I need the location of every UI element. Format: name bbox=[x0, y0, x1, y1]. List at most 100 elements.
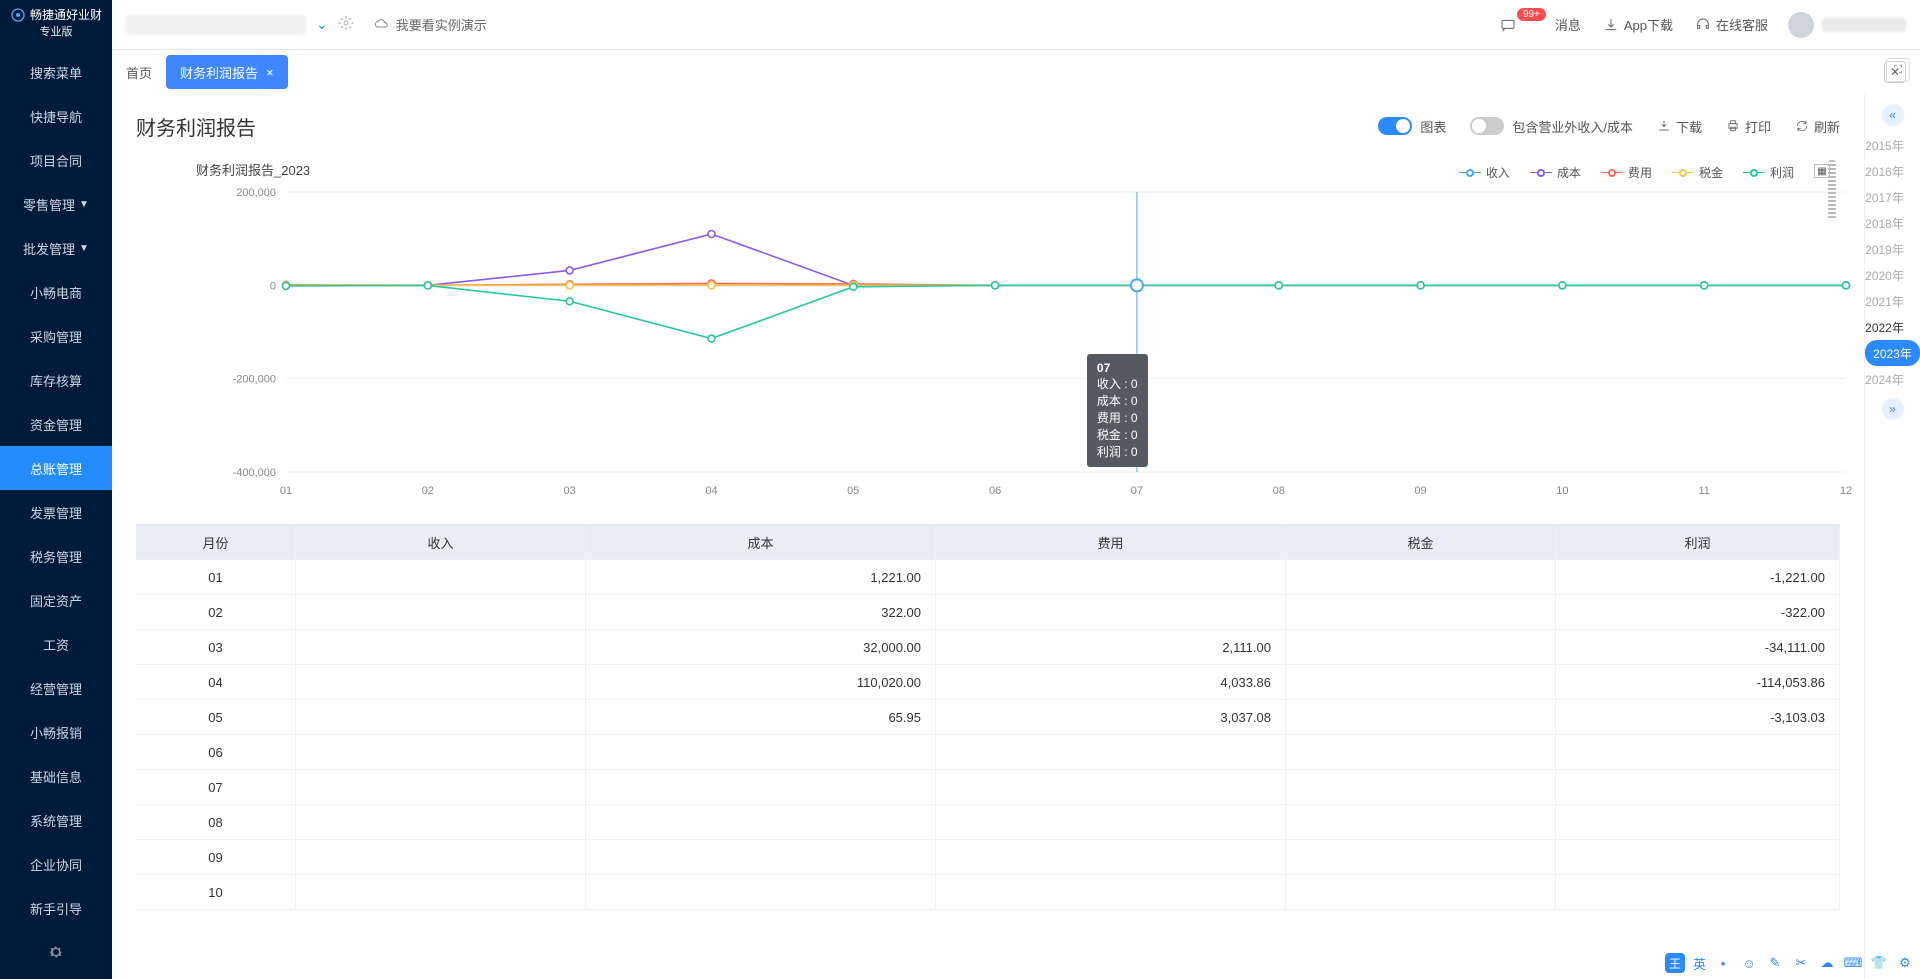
tab-strip: 首页 财务利润报告 × ✕ bbox=[112, 50, 1920, 94]
messages-button[interactable]: 99+ 消息 bbox=[1500, 15, 1581, 34]
message-icon bbox=[1500, 17, 1516, 33]
svg-text:200,000: 200,000 bbox=[236, 187, 276, 199]
sidebar-item[interactable]: 小畅报销 bbox=[0, 710, 112, 754]
ime-scissor-icon[interactable]: ✂ bbox=[1792, 954, 1810, 972]
chart-svg: -400,000-200,0000200,0000102030405060708… bbox=[196, 182, 1856, 502]
ime-shirt-icon[interactable]: 👕 bbox=[1870, 954, 1888, 972]
sidebar-item[interactable]: 快捷导航 bbox=[0, 94, 112, 138]
brand-icon bbox=[10, 7, 26, 23]
customer-service-button[interactable]: 在线客服 bbox=[1695, 15, 1768, 34]
sidebar-item[interactable]: 资金管理 bbox=[0, 402, 112, 446]
table-row: 09 bbox=[136, 840, 1840, 875]
svg-text:08: 08 bbox=[1273, 485, 1285, 497]
brand-name: 畅捷通好业财 bbox=[30, 6, 102, 23]
sidebar-item[interactable]: 搜索菜单 bbox=[0, 50, 112, 94]
sidebar-item[interactable]: 经营管理 bbox=[0, 666, 112, 710]
extra-income-toggle[interactable]: 包含营业外收入/成本 bbox=[1470, 117, 1633, 136]
sidebar-item[interactable]: 固定资产 bbox=[0, 578, 112, 622]
legend-item[interactable]: 成本 bbox=[1530, 164, 1581, 181]
chart-resize-handle[interactable] bbox=[1828, 160, 1836, 220]
ime-settings-icon[interactable]: ⚙ bbox=[1896, 954, 1914, 972]
refresh-button[interactable]: 刷新 bbox=[1795, 117, 1840, 136]
chart-toggle[interactable]: 图表 bbox=[1378, 117, 1446, 136]
gear-icon bbox=[47, 943, 65, 961]
sidebar-item[interactable]: 采购管理 bbox=[0, 314, 112, 358]
legend-item[interactable]: 税金 bbox=[1672, 164, 1723, 181]
sidebar-item[interactable]: 基础信息 bbox=[0, 754, 112, 798]
svg-text:03: 03 bbox=[564, 485, 576, 497]
year-item[interactable]: 2020年 bbox=[1865, 262, 1920, 288]
sidebar-item[interactable]: 项目合同 bbox=[0, 138, 112, 182]
sidebar-item[interactable]: 小畅电商 bbox=[0, 270, 112, 314]
sidebar-item[interactable]: 新手引导 bbox=[0, 886, 112, 930]
sidebar-item[interactable]: 零售管理▼ bbox=[0, 182, 112, 226]
chart-legend: 收入成本费用税金利润▦ bbox=[1459, 164, 1830, 181]
avatar[interactable] bbox=[1788, 12, 1814, 38]
year-item[interactable]: 2015年 bbox=[1865, 132, 1920, 158]
chart-tooltip: 07收入 : 0成本 : 0费用 : 0税金 : 0利润 : 0 bbox=[1087, 354, 1148, 467]
svg-text:10: 10 bbox=[1556, 485, 1568, 497]
year-item[interactable]: 2023年 bbox=[1865, 340, 1920, 366]
year-scroll-down-button[interactable]: » bbox=[1882, 398, 1904, 420]
year-item[interactable]: 2022年 bbox=[1865, 314, 1920, 340]
year-item[interactable]: 2018年 bbox=[1865, 210, 1920, 236]
legend-item[interactable]: 费用 bbox=[1601, 164, 1652, 181]
ime-lang[interactable]: 英 bbox=[1693, 954, 1706, 973]
tab-home[interactable]: 首页 bbox=[126, 63, 152, 82]
sidebar-item[interactable]: 工资 bbox=[0, 622, 112, 666]
table-row: 08 bbox=[136, 805, 1840, 840]
ime-sep-icon: • bbox=[1714, 954, 1732, 972]
year-item[interactable]: 2019年 bbox=[1865, 236, 1920, 262]
org-chevron-down-icon[interactable]: ⌄ bbox=[316, 16, 328, 33]
svg-text:11: 11 bbox=[1698, 485, 1709, 497]
username[interactable] bbox=[1822, 18, 1906, 32]
sidebar-item[interactable]: 税务管理 bbox=[0, 534, 112, 578]
org-settings-button[interactable] bbox=[338, 15, 354, 34]
table-row: 0332,000.002,111.00-34,111.00 bbox=[136, 630, 1840, 665]
svg-text:04: 04 bbox=[705, 485, 717, 497]
svg-text:-400,000: -400,000 bbox=[233, 467, 276, 479]
svg-text:01: 01 bbox=[280, 485, 292, 497]
demo-link[interactable]: 我要看实例演示 bbox=[374, 15, 487, 34]
data-table: 月份 收入 成本 费用 税金 利润 011,221.00-1,221.00023… bbox=[136, 524, 1840, 910]
th-income: 收入 bbox=[296, 525, 586, 559]
ime-cloud-icon[interactable]: ☁ bbox=[1818, 954, 1836, 972]
message-badge: 99+ bbox=[1517, 8, 1546, 21]
svg-text:-200,000: -200,000 bbox=[233, 374, 276, 386]
settings-gear-button[interactable] bbox=[0, 935, 112, 969]
svg-text:05: 05 bbox=[847, 485, 859, 497]
th-profit: 利润 bbox=[1556, 525, 1840, 559]
year-item[interactable]: 2021年 bbox=[1865, 288, 1920, 314]
year-rail: « 2015年2016年2017年2018年2019年2020年2021年202… bbox=[1864, 94, 1920, 979]
sidebar-item[interactable]: 发票管理 bbox=[0, 490, 112, 534]
sidebar-item[interactable]: 企业协同 bbox=[0, 842, 112, 886]
sidebar-item[interactable]: 库存核算 bbox=[0, 358, 112, 402]
svg-text:02: 02 bbox=[422, 485, 434, 497]
org-name[interactable] bbox=[126, 15, 306, 35]
year-item[interactable]: 2017年 bbox=[1865, 184, 1920, 210]
table-header-row: 月份 收入 成本 费用 税金 利润 bbox=[136, 525, 1840, 560]
legend-item[interactable]: 利润 bbox=[1743, 164, 1794, 181]
close-icon[interactable]: × bbox=[266, 65, 274, 80]
sidebar-item[interactable]: 总账管理 bbox=[0, 446, 112, 490]
app-download-button[interactable]: App下载 bbox=[1603, 15, 1673, 34]
ime-edit-icon[interactable]: ✎ bbox=[1766, 954, 1784, 972]
print-button[interactable]: 打印 bbox=[1726, 117, 1771, 136]
version-label: 专业版 bbox=[0, 23, 112, 39]
page-title: 财务利润报告 bbox=[136, 112, 256, 141]
year-item[interactable]: 2024年 bbox=[1865, 366, 1920, 392]
table-row: 07 bbox=[136, 770, 1840, 805]
fullscreen-button[interactable]: ⛶ bbox=[1886, 58, 1910, 82]
ime-keyboard-icon[interactable]: ⌨ bbox=[1844, 954, 1862, 972]
ime-main-icon[interactable]: 王 bbox=[1665, 953, 1685, 973]
sidebar-item[interactable]: 批发管理▼ bbox=[0, 226, 112, 270]
th-month: 月份 bbox=[136, 525, 296, 559]
legend-item[interactable]: 收入 bbox=[1459, 164, 1510, 181]
download-button[interactable]: 下载 bbox=[1657, 117, 1702, 136]
tab-financial-report[interactable]: 财务利润报告 × bbox=[166, 55, 288, 89]
sidebar-item[interactable]: 系统管理 bbox=[0, 798, 112, 842]
ime-emoji-icon[interactable]: ☺ bbox=[1740, 954, 1758, 972]
year-scroll-up-button[interactable]: « bbox=[1882, 104, 1904, 126]
year-item[interactable]: 2016年 bbox=[1865, 158, 1920, 184]
th-cost: 成本 bbox=[586, 525, 936, 559]
